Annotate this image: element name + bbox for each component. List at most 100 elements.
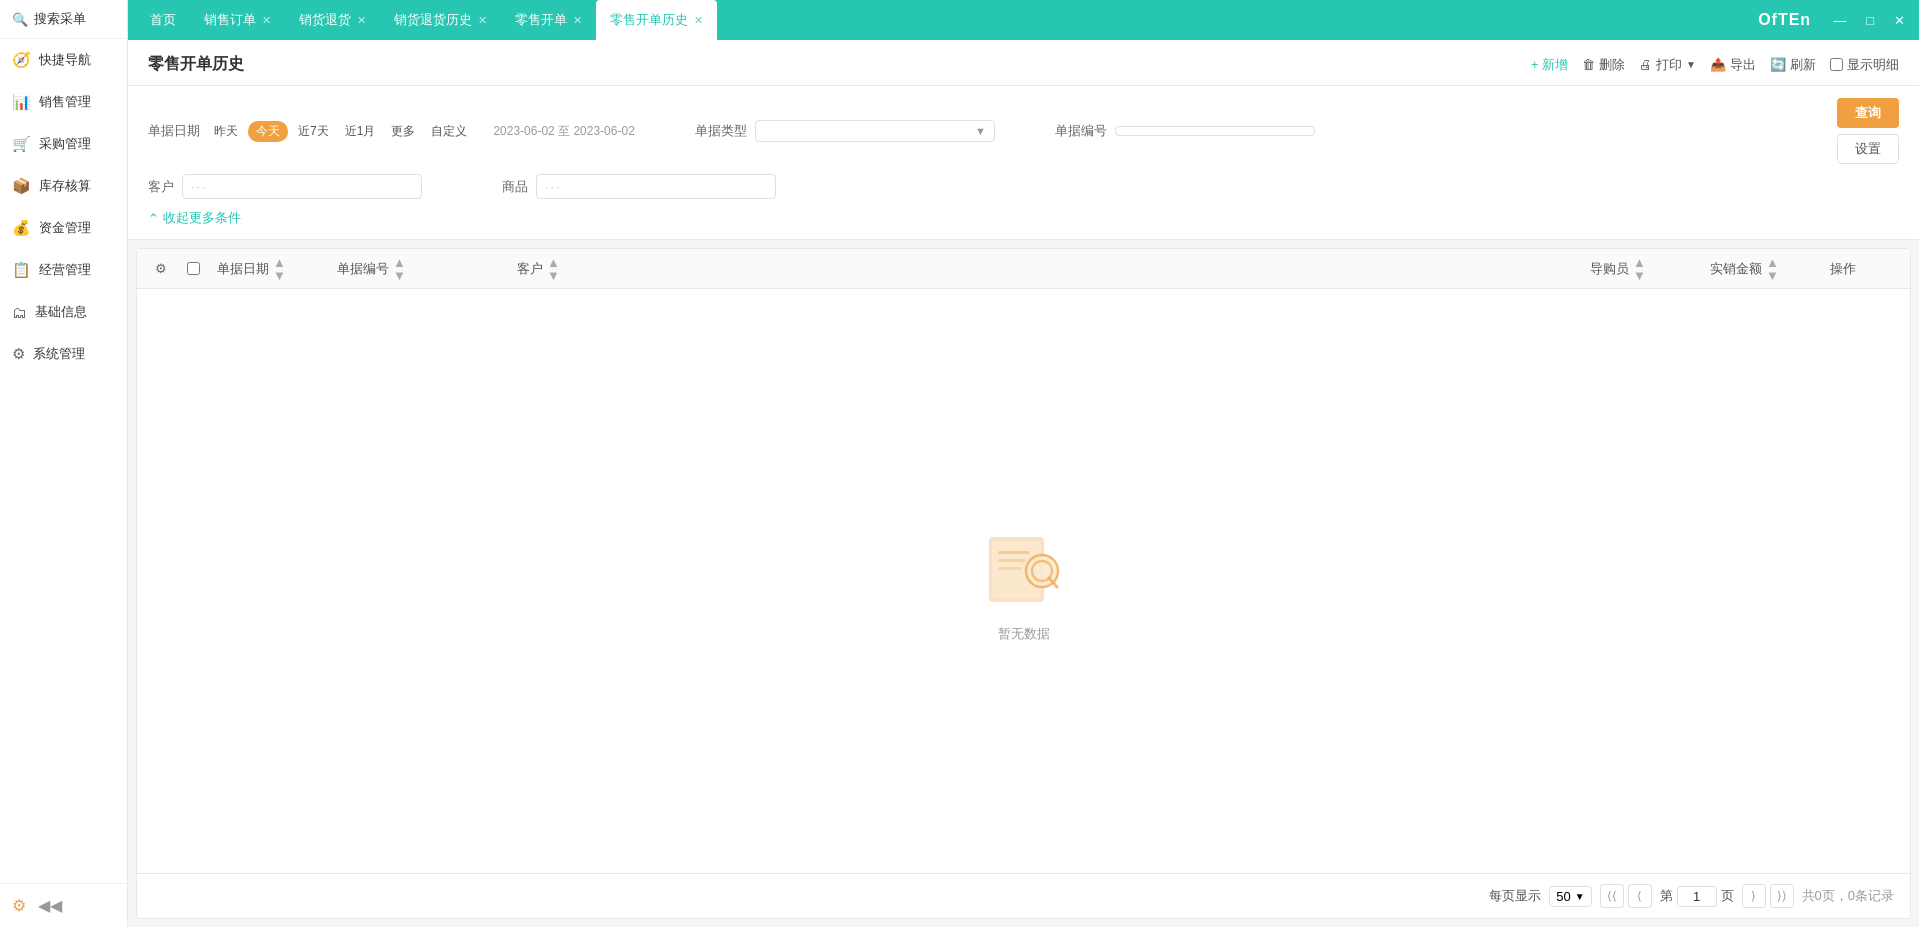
- sidebar-item-quick-nav[interactable]: 🧭 快捷导航: [0, 39, 127, 81]
- tab-sales-order-close[interactable]: ✕: [262, 14, 271, 27]
- sort-customer-icon: ▲▼: [547, 256, 560, 282]
- page-nav-right: ⟩ ⟩⟩: [1742, 884, 1794, 908]
- search-icon: 🔍: [12, 12, 28, 27]
- col-num[interactable]: 单据编号 ▲▼: [329, 256, 509, 282]
- customer-input[interactable]: ···: [182, 174, 422, 199]
- col-guide-label: 导购员: [1590, 260, 1629, 278]
- sidebar-item-operation[interactable]: 📋 经营管理: [0, 249, 127, 291]
- content-area: 零售开单历史 + 新增 🗑 删除 🖨 打印 ▼ 📤 导出 🔄: [128, 40, 1919, 927]
- filter-date: 单据日期 昨天 今天 近7天 近1月 更多 自定义: [148, 121, 473, 142]
- last-page-btn[interactable]: ⟩⟩: [1770, 884, 1794, 908]
- sidebar-item-label: 销售管理: [39, 93, 91, 111]
- display-detail-checkbox[interactable]: [1830, 58, 1843, 71]
- date-more[interactable]: 更多: [385, 121, 421, 142]
- num-input[interactable]: [1115, 126, 1315, 136]
- page-number-input[interactable]: [1677, 886, 1717, 907]
- page-nav: ⟨⟨ ⟨: [1600, 884, 1652, 908]
- filter-goods: 商品 ···: [502, 174, 776, 199]
- sort-amount-icon: ▲▼: [1766, 256, 1779, 282]
- display-detail-check[interactable]: 显示明细: [1830, 56, 1899, 74]
- empty-state: 暂无数据: [137, 289, 1910, 873]
- settings-button[interactable]: 设置: [1837, 134, 1899, 164]
- per-page-select[interactable]: 50 ▼: [1549, 886, 1591, 907]
- date-1month[interactable]: 近1月: [339, 121, 382, 142]
- col-amount[interactable]: 实销金额 ▲▼: [1702, 256, 1822, 282]
- collapse-filter-link[interactable]: ⌃ 收起更多条件: [148, 209, 1899, 227]
- export-label: 导出: [1730, 56, 1756, 74]
- tab-retail-history[interactable]: 零售开单历史 ✕: [596, 0, 717, 40]
- tab-retail-open[interactable]: 零售开单 ✕: [501, 0, 596, 40]
- date-custom[interactable]: 自定义: [425, 121, 473, 142]
- empty-svg: [974, 519, 1074, 609]
- export-button[interactable]: 📤 导出: [1710, 56, 1756, 74]
- col-guide[interactable]: 导购员 ▲▼: [1582, 256, 1702, 282]
- sidebar-search[interactable]: 🔍 搜索采单: [0, 0, 127, 39]
- pagination: 每页显示 50 ▼ ⟨⟨ ⟨ 第 页 ⟩ ⟩⟩ 共0页，0: [137, 873, 1910, 918]
- empty-illustration: [974, 519, 1074, 609]
- tab-sales-return-history-label: 销货退货历史: [394, 11, 472, 29]
- goods-placeholder: ···: [545, 179, 562, 194]
- col-customer[interactable]: 客户 ▲▼: [509, 256, 1582, 282]
- page-info: 第 页: [1660, 886, 1734, 907]
- next-page-btn[interactable]: ⟩: [1742, 884, 1766, 908]
- chevron-up-icon: ⌃: [148, 211, 159, 226]
- type-select[interactable]: ▼: [755, 120, 995, 142]
- sidebar-item-base-info[interactable]: 🗂 基础信息: [0, 291, 127, 333]
- tab-sales-return-history-close[interactable]: ✕: [478, 14, 487, 27]
- collapse-sidebar-icon[interactable]: ◀◀: [38, 896, 62, 915]
- first-page-btn[interactable]: ⟨⟨: [1600, 884, 1624, 908]
- brand-label: OfTEn: [1750, 11, 1819, 29]
- sidebar-item-finance[interactable]: 💰 资金管理: [0, 207, 127, 249]
- sidebar-item-label: 经营管理: [39, 261, 91, 279]
- tab-sales-return-close[interactable]: ✕: [357, 14, 366, 27]
- delete-button[interactable]: 🗑 删除: [1582, 56, 1625, 74]
- tab-sales-return[interactable]: 销货退货 ✕: [285, 0, 380, 40]
- date-7days[interactable]: 近7天: [292, 121, 335, 142]
- tab-sales-order[interactable]: 销售订单 ✕: [190, 0, 285, 40]
- prev-page-btn[interactable]: ⟨: [1628, 884, 1652, 908]
- column-settings-btn[interactable]: ⚙: [145, 261, 177, 276]
- goods-input[interactable]: ···: [536, 174, 776, 199]
- col-date[interactable]: 单据日期 ▲▼: [209, 256, 329, 282]
- maximize-btn[interactable]: □: [1860, 13, 1880, 28]
- tab-retail-history-close[interactable]: ✕: [694, 14, 703, 27]
- sales-mgmt-icon: 📊: [12, 93, 31, 111]
- filter-date-range-display: 2023-06-02 至 2023-06-02: [493, 123, 634, 140]
- sidebar-item-sales-mgmt[interactable]: 📊 销售管理: [0, 81, 127, 123]
- sidebar-item-stock[interactable]: 📦 库存核算: [0, 165, 127, 207]
- page-header: 零售开单历史 + 新增 🗑 删除 🖨 打印 ▼ 📤 导出 🔄: [128, 40, 1919, 86]
- num-filter-label: 单据编号: [1055, 122, 1107, 140]
- minimize-btn[interactable]: —: [1827, 13, 1852, 28]
- collapse-label: 收起更多条件: [163, 209, 241, 227]
- base-info-icon: 🗂: [12, 304, 27, 321]
- total-text: 共0页，0条记录: [1802, 887, 1894, 905]
- sidebar-item-label: 资金管理: [39, 219, 91, 237]
- tab-sales-return-history[interactable]: 销货退货历史 ✕: [380, 0, 501, 40]
- tab-home[interactable]: 首页: [136, 0, 190, 40]
- sidebar-search-label: 搜索采单: [34, 10, 86, 28]
- refresh-button[interactable]: 🔄 刷新: [1770, 56, 1816, 74]
- sidebar-item-sys-mgmt[interactable]: ⚙ 系统管理: [0, 333, 127, 375]
- tab-bar: 首页 销售订单 ✕ 销货退货 ✕ 销货退货历史 ✕ 零售开单 ✕ 零售开单历史 …: [128, 0, 1919, 40]
- select-all-checkbox[interactable]: [187, 262, 200, 275]
- settings-icon[interactable]: ⚙: [12, 896, 26, 915]
- select-all-checkbox-wrapper[interactable]: [177, 262, 209, 275]
- tab-retail-open-close[interactable]: ✕: [573, 14, 582, 27]
- customer-filter-label: 客户: [148, 178, 174, 196]
- date-today[interactable]: 今天: [248, 121, 288, 142]
- sidebar-item-purchase-mgmt[interactable]: 🛒 采购管理: [0, 123, 127, 165]
- sidebar-bottom: ⚙ ◀◀: [0, 883, 127, 927]
- query-button[interactable]: 查询: [1837, 98, 1899, 128]
- refresh-label: 刷新: [1790, 56, 1816, 74]
- customer-placeholder: ···: [191, 179, 208, 194]
- print-button[interactable]: 🖨 打印 ▼: [1639, 56, 1696, 74]
- trash-icon: 🗑: [1582, 57, 1595, 72]
- date-range-text: 2023-06-02 至 2023-06-02: [493, 123, 634, 140]
- add-button[interactable]: + 新增: [1531, 56, 1568, 74]
- delete-label: 删除: [1599, 56, 1625, 74]
- date-yesterday[interactable]: 昨天: [208, 121, 244, 142]
- date-shortcuts: 昨天 今天 近7天 近1月 更多 自定义: [208, 121, 473, 142]
- close-btn[interactable]: ✕: [1888, 13, 1911, 28]
- query-settings-group: 查询 设置: [1837, 98, 1899, 164]
- filter-row-1: 单据日期 昨天 今天 近7天 近1月 更多 自定义 2023-06-02 至 2…: [148, 98, 1899, 164]
